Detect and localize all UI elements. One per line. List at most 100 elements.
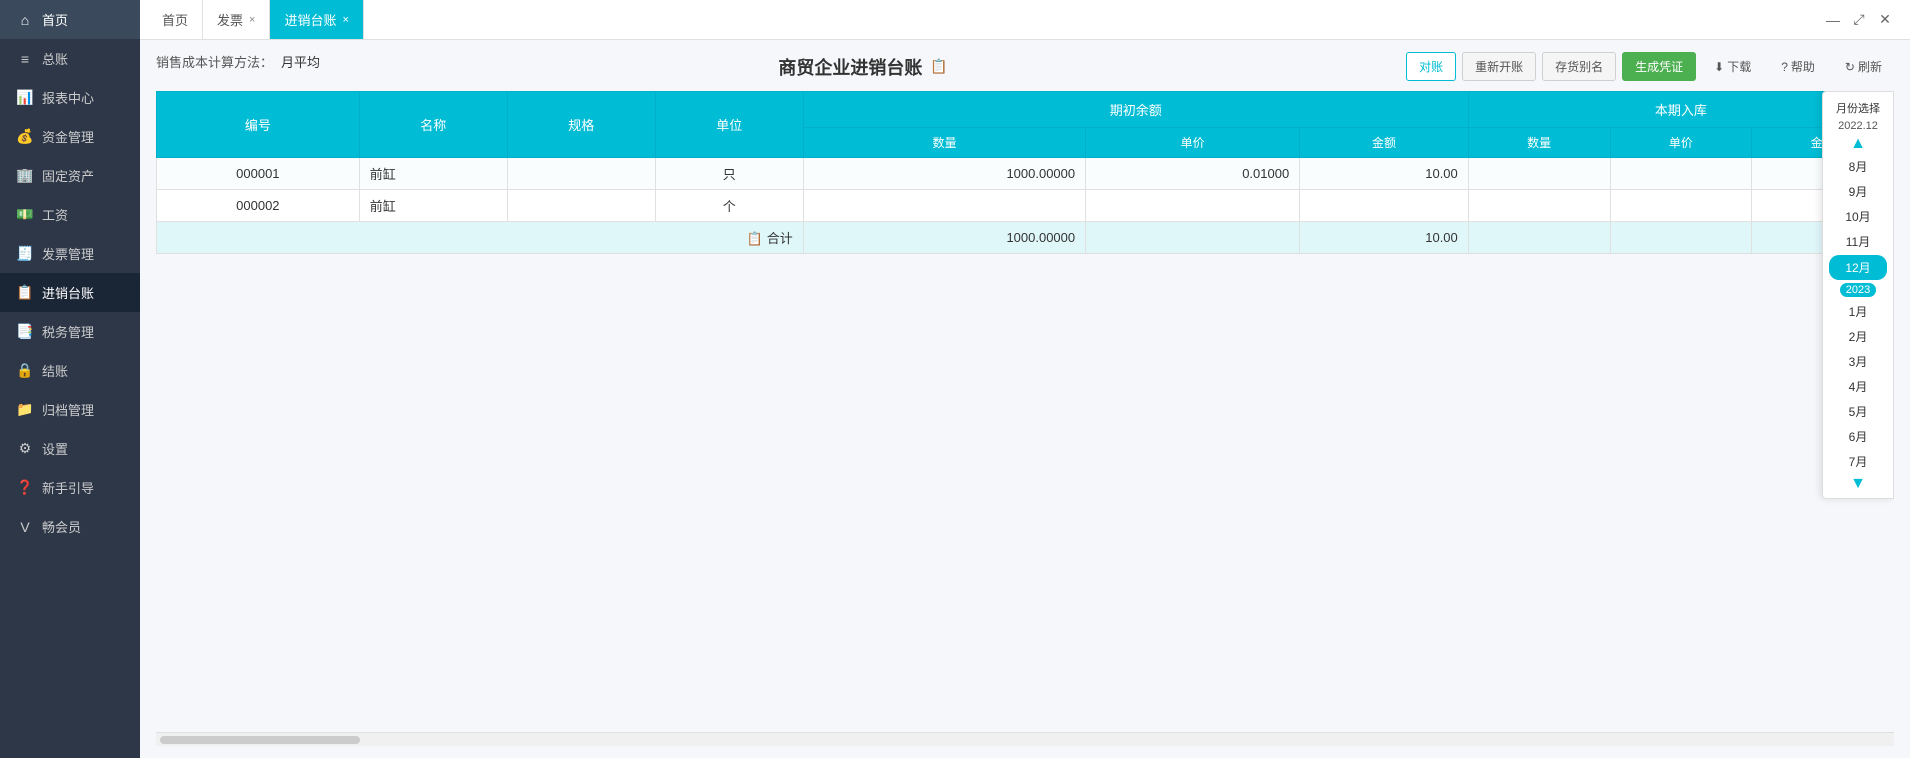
month-item-12[interactable]: 12月 <box>1829 255 1887 280</box>
content-area: 销售成本计算方法： 月平均 商贸企业进销台账 📋 对账 重新开账 存货别名 生成… <box>140 40 1910 758</box>
month-item-7[interactable]: 7月 <box>1823 449 1893 474</box>
scrollbar-thumb[interactable] <box>160 736 360 744</box>
horizontal-scrollbar[interactable] <box>156 732 1894 746</box>
tab-inventory-label: 进销台账 <box>284 10 336 29</box>
inventory-icon: 📋 <box>16 284 34 301</box>
sidebar-item-ledger[interactable]: ≡ 总账 <box>0 39 140 78</box>
generate-voucher-button[interactable]: 生成凭证 <box>1622 52 1696 81</box>
total-label: 📋合计 <box>157 222 804 254</box>
sidebar-item-label: 首页 <box>42 10 68 29</box>
month-item-11[interactable]: 11月 <box>1823 229 1893 254</box>
sidebar-item-invoice-mgmt[interactable]: 🧾 发票管理 <box>0 234 140 273</box>
toolbar: 对账 重新开账 存货别名 生成凭证 ⬇ 下载 ? 帮助 ↻ 刷新 <box>1406 52 1894 81</box>
sidebar-item-inventory[interactable]: 📋 进销台账 <box>0 273 140 312</box>
month-panel-title: 月份选择 <box>1836 96 1880 118</box>
col-header-id: 编号 <box>157 92 360 158</box>
month-item-2[interactable]: 2月 <box>1823 324 1893 349</box>
row-unit: 个 <box>655 190 803 222</box>
month-item-1[interactable]: 1月 <box>1823 299 1893 324</box>
row-inbound-price <box>1610 158 1752 190</box>
cost-method-value: 月平均 <box>281 52 320 71</box>
row-opening-price <box>1086 190 1300 222</box>
month-item-9[interactable]: 9月 <box>1823 179 1893 204</box>
sidebar-item-home[interactable]: ⌂ 首页 <box>0 0 140 39</box>
sidebar-item-settings[interactable]: ⚙ 设置 <box>0 429 140 468</box>
month-item-6[interactable]: 6月 <box>1823 424 1893 449</box>
col-header-opening-amount: 金额 <box>1300 128 1469 158</box>
sidebar-item-label: 进销台账 <box>42 283 94 302</box>
maximize-button[interactable]: ⤢ <box>1850 11 1868 29</box>
help-button[interactable]: ? 帮助 <box>1769 53 1827 80</box>
save-alias-button[interactable]: 存货别名 <box>1542 52 1616 81</box>
window-controls: — ⤢ ✕ <box>1824 11 1902 29</box>
sidebar-item-guide[interactable]: ❓ 新手引导 <box>0 468 140 507</box>
reopen-button[interactable]: 重新开账 <box>1462 52 1536 81</box>
sidebar-item-salary[interactable]: 💵 工资 <box>0 195 140 234</box>
sidebar-item-label: 设置 <box>42 439 68 458</box>
tab-invoice[interactable]: 发票 × <box>203 0 270 39</box>
download-button[interactable]: ⬇ 下载 <box>1702 53 1763 80</box>
row-opening-amount: 10.00 <box>1300 158 1469 190</box>
col-header-opening-qty: 数量 <box>803 128 1085 158</box>
tab-inventory[interactable]: 进销台账 × <box>270 0 363 39</box>
main-area: 首页 发票 × 进销台账 × — ⤢ ✕ 销售成本计算方法： 月平均 商贸企业进… <box>140 0 1910 758</box>
row-id: 000001 <box>157 158 360 190</box>
sidebar-item-label: 资金管理 <box>42 127 94 146</box>
sidebar-item-label: 发票管理 <box>42 244 94 263</box>
month-item-4[interactable]: 4月 <box>1823 374 1893 399</box>
row-unit: 只 <box>655 158 803 190</box>
close-window-button[interactable]: ✕ <box>1876 11 1894 29</box>
info-icon[interactable]: 📋 <box>930 58 947 75</box>
sidebar-item-label: 总账 <box>42 49 68 68</box>
settings-icon: ⚙ <box>16 440 34 457</box>
assets-icon: 🏢 <box>16 167 34 184</box>
page-title: 商贸企业进销台账 📋 <box>336 54 1390 80</box>
sidebar-item-assets[interactable]: 🏢 固定资产 <box>0 156 140 195</box>
row-inbound-price <box>1610 190 1752 222</box>
col-header-opening-price: 单价 <box>1086 128 1300 158</box>
table-row: 000001 前缸 只 1000.00000 0.01000 10.00 <box>157 158 1894 190</box>
tab-inventory-close[interactable]: × <box>342 14 348 26</box>
col-header-unit: 单位 <box>655 92 803 158</box>
close-accounts-icon: 🔒 <box>16 362 34 379</box>
sidebar-item-archive[interactable]: 📁 归档管理 <box>0 390 140 429</box>
total-inbound-price <box>1610 222 1752 254</box>
sidebar-item-member[interactable]: V 畅会员 <box>0 507 140 546</box>
sidebar-item-funds[interactable]: 💰 资金管理 <box>0 117 140 156</box>
refresh-button[interactable]: ↻ 刷新 <box>1833 53 1894 80</box>
sidebar-item-reports[interactable]: 📊 报表中心 <box>0 78 140 117</box>
month-picker-panel: 月份选择 2022.12 ▲ 8月 9月 10月 11月 12月 2023 1月… <box>1822 91 1894 499</box>
sidebar-item-close-accounts[interactable]: 🔒 结账 <box>0 351 140 390</box>
row-opening-qty: 1000.00000 <box>803 158 1085 190</box>
cost-method-info: 销售成本计算方法： 月平均 <box>156 52 320 71</box>
month-scroll-down[interactable]: ▼ <box>1850 474 1866 494</box>
col-header-name: 名称 <box>359 92 507 158</box>
inventory-table: 编号 名称 规格 单位 期初余额 本期入库 数量 单价 金额 数量 <box>156 91 1894 254</box>
month-panel-year-2022[interactable]: 2022.12 <box>1838 118 1878 134</box>
cost-method-label: 销售成本计算方法： <box>156 52 273 71</box>
total-inbound-qty <box>1468 222 1610 254</box>
tab-home-label: 首页 <box>162 10 188 29</box>
tab-home[interactable]: 首页 <box>148 0 203 39</box>
row-opening-amount <box>1300 190 1469 222</box>
salary-icon: 💵 <box>16 206 34 223</box>
funds-icon: 💰 <box>16 128 34 145</box>
minimize-button[interactable]: — <box>1824 11 1842 29</box>
month-item-8[interactable]: 8月 <box>1823 154 1893 179</box>
row-id: 000002 <box>157 190 360 222</box>
archive-icon: 📁 <box>16 401 34 418</box>
col-header-opening: 期初余额 <box>803 92 1468 128</box>
reconcile-button[interactable]: 对账 <box>1406 52 1456 81</box>
inventory-table-wrap: 编号 名称 规格 单位 期初余额 本期入库 数量 单价 金额 数量 <box>156 91 1894 732</box>
month-item-10[interactable]: 10月 <box>1823 204 1893 229</box>
total-opening-amount: 10.00 <box>1300 222 1469 254</box>
year-2023-badge[interactable]: 2023 <box>1840 283 1876 297</box>
tab-invoice-close[interactable]: × <box>249 14 255 26</box>
total-opening-qty: 1000.00000 <box>803 222 1085 254</box>
row-inbound-qty <box>1468 190 1610 222</box>
sidebar-item-label: 固定资产 <box>42 166 94 185</box>
month-item-5[interactable]: 5月 <box>1823 399 1893 424</box>
month-item-3[interactable]: 3月 <box>1823 349 1893 374</box>
sidebar-item-tax[interactable]: 📑 税务管理 <box>0 312 140 351</box>
month-scroll-up[interactable]: ▲ <box>1850 134 1866 154</box>
